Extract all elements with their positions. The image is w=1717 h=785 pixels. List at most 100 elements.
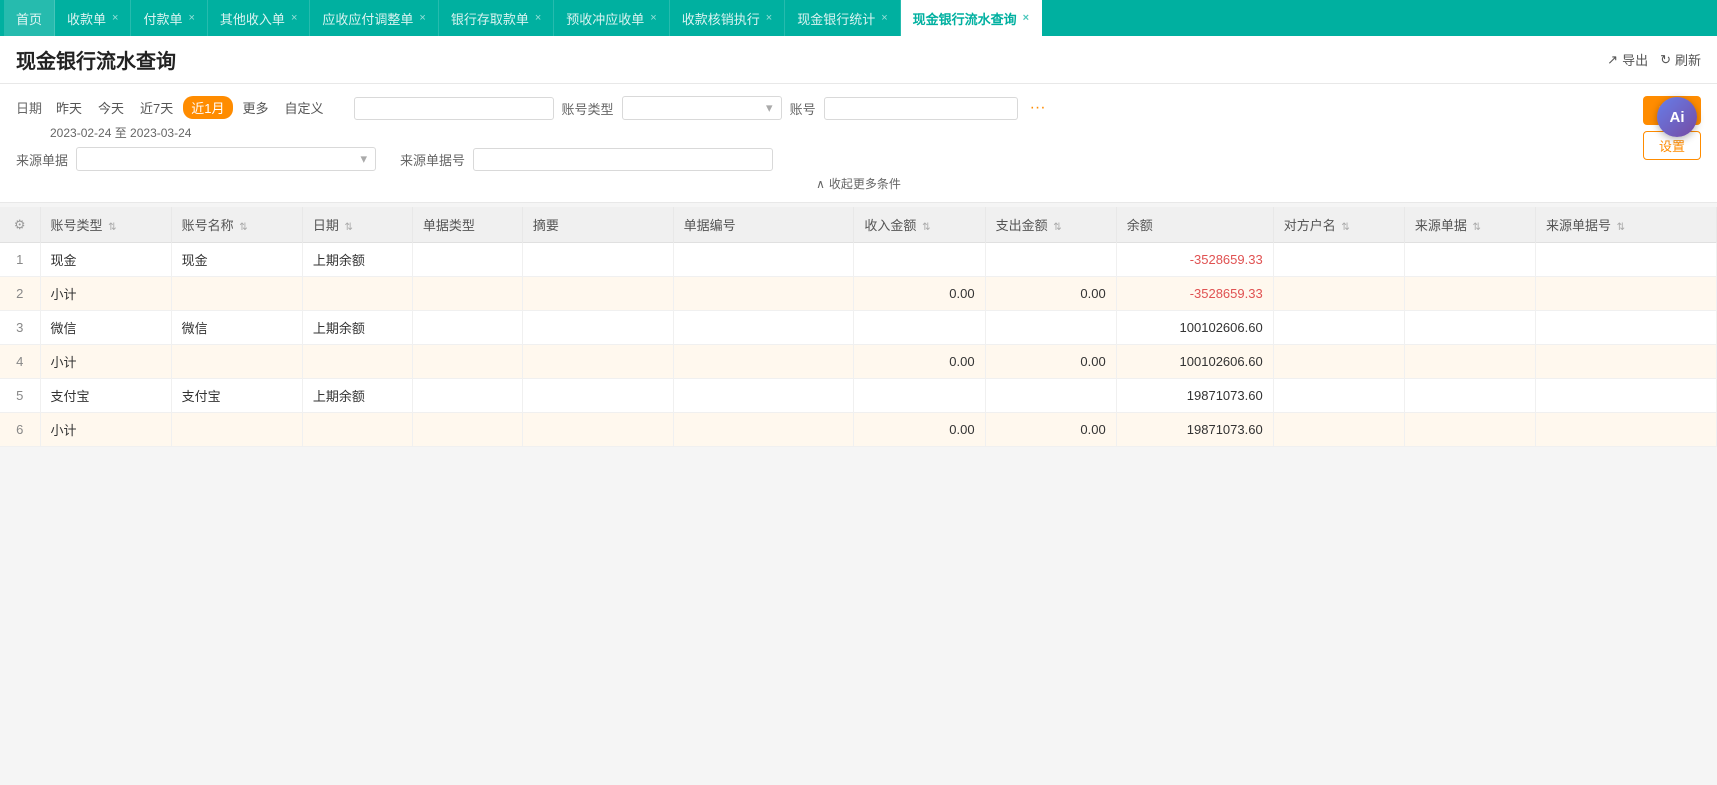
cell-counterpart: [1273, 277, 1404, 311]
col-source-doc[interactable]: 来源单据 ⇅: [1404, 207, 1535, 243]
date-opt-today[interactable]: 今天: [92, 96, 130, 119]
col-balance[interactable]: 余额: [1116, 207, 1273, 243]
collapse-button[interactable]: ∧ 收起更多条件: [816, 175, 901, 192]
table-row[interactable]: 1 现金 现金 上期余额 -3528659.33: [0, 243, 1717, 277]
cell-balance: 100102606.60: [1116, 345, 1273, 379]
close-icon[interactable]: ×: [535, 12, 541, 24]
sort-icon: ⇅: [344, 222, 352, 233]
account-type-input[interactable]: [354, 97, 554, 120]
nav-tab-label: 现金银行流水查询: [913, 9, 1017, 28]
nav-tab-ar-ap-adjustment[interactable]: 应收应付调整单 ×: [310, 0, 438, 36]
col-counterpart[interactable]: 对方户名 ⇅: [1273, 207, 1404, 243]
nav-tab-cash-bank-statistics[interactable]: 现金银行统计 ×: [785, 0, 900, 36]
col-account-type[interactable]: 账号类型 ⇅: [40, 207, 171, 243]
nav-tab-home[interactable]: 首页: [4, 0, 55, 36]
close-icon[interactable]: ×: [188, 12, 194, 24]
cell-account-name: [171, 277, 302, 311]
date-opt-yesterday[interactable]: 昨天: [50, 96, 88, 119]
date-opt-custom[interactable]: 自定义: [279, 96, 330, 119]
filter-area: 日期 昨天 今天 近7天 近1月 更多 自定义 账号类型 ▾: [0, 84, 1717, 203]
cell-doc-no: [673, 345, 854, 379]
chevron-down-icon: ▾: [360, 151, 367, 167]
source-doc-select[interactable]: ▾: [76, 147, 376, 171]
sort-icon: ⇅: [922, 222, 930, 233]
close-icon[interactable]: ×: [291, 12, 297, 24]
date-opt-more[interactable]: 更多: [237, 96, 275, 119]
close-icon[interactable]: ×: [419, 12, 425, 24]
nav-tab-other-income[interactable]: 其他收入单 ×: [208, 0, 310, 36]
source-doc-num-input[interactable]: [473, 148, 773, 171]
col-source-doc-no[interactable]: 来源单据号 ⇅: [1536, 207, 1717, 243]
date-opt-1month[interactable]: 近1月: [183, 96, 232, 119]
cell-account-type: 微信: [40, 311, 171, 345]
refresh-icon: ↻: [1660, 52, 1671, 68]
table-row[interactable]: 5 支付宝 支付宝 上期余额 19871073.60: [0, 379, 1717, 413]
cell-row-num: 4: [0, 345, 40, 379]
account-type-select[interactable]: ▾: [622, 96, 782, 120]
table-row[interactable]: 4 小计 0.00 0.00 100102606.60: [0, 345, 1717, 379]
ai-label: Ai: [1670, 109, 1685, 126]
refresh-button[interactable]: ↻ 刷新: [1660, 50, 1701, 69]
cell-income: [854, 311, 985, 345]
close-icon[interactable]: ×: [766, 12, 772, 24]
cell-account-type: 现金: [40, 243, 171, 277]
nav-tab-receipts[interactable]: 收款单 ×: [55, 0, 131, 36]
ai-assistant-button[interactable]: Ai: [1657, 97, 1697, 137]
account-input[interactable]: [824, 97, 1018, 120]
nav-tab-bank-deposit[interactable]: 银行存取款单 ×: [439, 0, 554, 36]
col-summary[interactable]: 摘要: [522, 207, 673, 243]
cell-expense: 0.00: [985, 345, 1116, 379]
nav-tab-payments[interactable]: 付款单 ×: [131, 0, 207, 36]
more-options-button[interactable]: ···: [1026, 99, 1050, 117]
collapse-label: 收起更多条件: [829, 175, 901, 192]
cell-date: 上期余额: [302, 243, 412, 277]
cell-date: [302, 413, 412, 447]
col-account-name[interactable]: 账号名称 ⇅: [171, 207, 302, 243]
date-filter-label: 日期: [16, 98, 42, 117]
export-label: 导出: [1622, 50, 1648, 69]
source-doc-num-section: 来源单据号: [400, 148, 773, 171]
nav-tab-advance-offset[interactable]: 预收冲应收单 ×: [554, 0, 669, 36]
table-row[interactable]: 6 小计 0.00 0.00 19871073.60: [0, 413, 1717, 447]
page-title: 现金银行流水查询: [16, 45, 176, 74]
cell-balance: -3528659.33: [1116, 243, 1273, 277]
export-button[interactable]: ↗ 导出: [1607, 50, 1648, 69]
table-row[interactable]: 3 微信 微信 上期余额 100102606.60: [0, 311, 1717, 345]
sort-icon: ⇅: [108, 222, 116, 233]
cell-source-doc: [1404, 379, 1535, 413]
cell-balance: 100102606.60: [1116, 311, 1273, 345]
cell-source-doc-no: [1536, 243, 1717, 277]
col-expense[interactable]: 支出金额 ⇅: [985, 207, 1116, 243]
col-doc-type[interactable]: 单据类型: [412, 207, 522, 243]
nav-tab-collection-execution[interactable]: 收款核销执行 ×: [670, 0, 785, 36]
close-icon[interactable]: ×: [1023, 12, 1029, 24]
date-range-display: 2023-02-24 至 2023-03-24: [50, 126, 191, 140]
account-type-label: 账号类型: [562, 99, 614, 118]
close-icon[interactable]: ×: [881, 12, 887, 24]
table-row[interactable]: 2 小计 0.00 0.00 -3528659.33: [0, 277, 1717, 311]
col-gear[interactable]: ⚙: [0, 207, 40, 243]
nav-tab-cash-bank-flow[interactable]: 现金银行流水查询 ×: [901, 0, 1042, 36]
col-doc-no[interactable]: 单据编号: [673, 207, 854, 243]
table-body: 1 现金 现金 上期余额 -3528659.33 2 小计 0.00 0.00 …: [0, 243, 1717, 447]
cell-source-doc: [1404, 277, 1535, 311]
cell-doc-no: [673, 311, 854, 345]
cell-doc-no: [673, 413, 854, 447]
page-header: 现金银行流水查询 ↗ 导出 ↻ 刷新: [0, 36, 1717, 84]
cell-source-doc: [1404, 345, 1535, 379]
cell-account-type: 小计: [40, 277, 171, 311]
col-income[interactable]: 收入金额 ⇅: [854, 207, 985, 243]
close-icon[interactable]: ×: [112, 12, 118, 24]
cell-account-name: 支付宝: [171, 379, 302, 413]
cell-expense: [985, 379, 1116, 413]
date-opt-7days[interactable]: 近7天: [134, 96, 179, 119]
header-actions: ↗ 导出 ↻ 刷新: [1607, 50, 1701, 69]
nav-home-label: 首页: [16, 9, 42, 28]
cell-row-num: 6: [0, 413, 40, 447]
cell-income: 0.00: [854, 277, 985, 311]
cell-source-doc-no: [1536, 277, 1717, 311]
cell-row-num: 2: [0, 277, 40, 311]
cell-source-doc-no: [1536, 345, 1717, 379]
col-date[interactable]: 日期 ⇅: [302, 207, 412, 243]
close-icon[interactable]: ×: [650, 12, 656, 24]
